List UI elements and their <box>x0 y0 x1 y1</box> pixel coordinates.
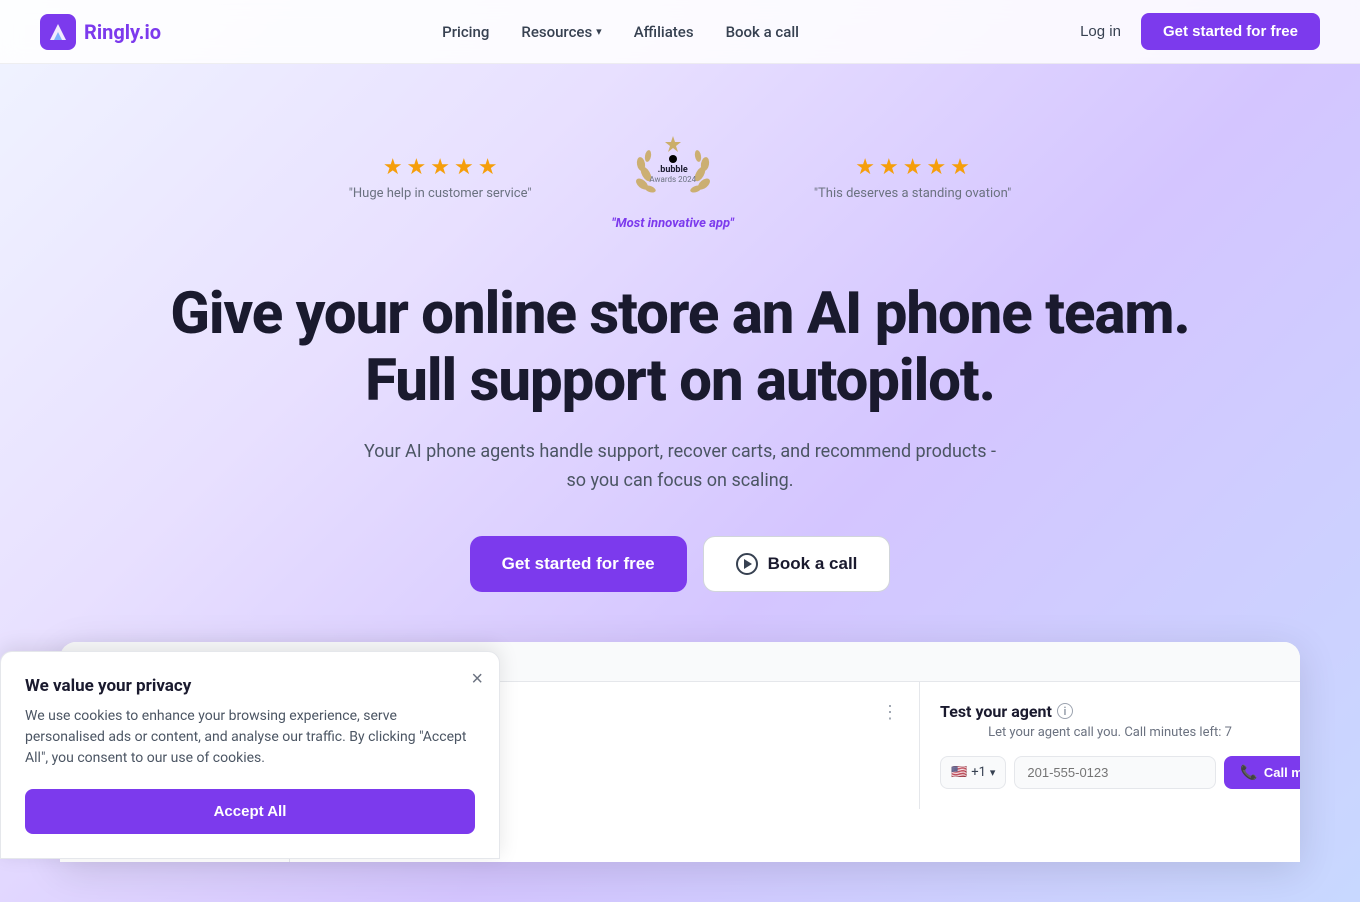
star-r4: ★ <box>926 155 946 180</box>
bubble-dot <box>669 155 677 163</box>
country-prefix: +1 <box>971 765 986 780</box>
badge-center: .bubble Awards 2024 "Most innovative app… <box>612 124 734 231</box>
demo-menu-dots[interactable]: ⋮ <box>881 702 899 723</box>
phone-input[interactable] <box>1014 756 1216 789</box>
star-3: ★ <box>430 155 450 180</box>
bubble-year: Awards 2024 <box>649 175 696 184</box>
badge-right: ★ ★ ★ ★ ★ "This deserves a standing ovat… <box>814 155 1011 201</box>
book-a-call-button[interactable]: Book a call <box>703 536 891 592</box>
nav-links: Pricing Resources ▾ Affiliates Book a ca… <box>442 23 799 41</box>
badge-left-text: "Huge help in customer service" <box>349 186 532 201</box>
get-started-button[interactable]: Get started for free <box>470 536 687 592</box>
star-r1: ★ <box>855 155 875 180</box>
hero-subtext: Your AI phone agents handle support, rec… <box>20 438 1340 496</box>
accept-all-button[interactable]: Accept All <box>25 789 475 834</box>
nav-affiliates[interactable]: Affiliates <box>634 23 694 41</box>
hero-headline: Give your online store an AI phone team.… <box>20 281 1340 414</box>
badge-left: ★ ★ ★ ★ ★ "Huge help in customer service… <box>349 155 532 201</box>
flag-icon: 🇺🇸 <box>951 765 967 780</box>
privacy-close-button[interactable]: × <box>471 668 483 691</box>
navigation: Ringly.io Pricing Resources ▾ Affiliates… <box>0 0 1360 64</box>
call-form: 🇺🇸 +1 ▾ 📞 Call me <box>940 756 1280 789</box>
star-r5: ★ <box>950 155 970 180</box>
badge-right-text: "This deserves a standing ovation" <box>814 186 1011 201</box>
flag-chevron: ▾ <box>990 766 996 779</box>
play-triangle <box>744 559 752 569</box>
get-started-nav-button[interactable]: Get started for free <box>1141 13 1320 50</box>
login-button[interactable]: Log in <box>1080 23 1121 40</box>
star-1: ★ <box>383 155 403 180</box>
bubble-brand: .bubble <box>649 165 696 175</box>
logo-icon <box>40 14 76 50</box>
logo-text: Ringly.io <box>84 20 161 44</box>
nav-resources[interactable]: Resources ▾ <box>521 23 601 41</box>
call-me-button[interactable]: 📞 Call me <box>1224 756 1300 789</box>
phone-call-icon: 📞 <box>1240 764 1257 781</box>
stars-right: ★ ★ ★ ★ ★ <box>855 155 970 180</box>
play-icon <box>736 553 758 575</box>
cta-row: Get started for free Book a call <box>20 536 1340 592</box>
bubble-tagline: "Most innovative app" <box>612 216 734 231</box>
chevron-down-icon: ▾ <box>596 25 602 38</box>
test-agent-subtitle: Let your agent call you. Call minutes le… <box>940 725 1280 740</box>
privacy-title: We value your privacy <box>25 676 475 696</box>
star-2: ★ <box>407 155 427 180</box>
star-4: ★ <box>454 155 474 180</box>
bubble-inner: .bubble Awards 2024 <box>649 155 696 184</box>
star-r3: ★ <box>903 155 923 180</box>
star-r2: ★ <box>879 155 899 180</box>
stars-left: ★ ★ ★ ★ ★ <box>383 155 498 180</box>
privacy-banner: × We value your privacy We use cookies t… <box>0 651 500 859</box>
info-icon: i <box>1057 703 1073 719</box>
logo[interactable]: Ringly.io <box>40 14 161 50</box>
flag-select[interactable]: 🇺🇸 +1 ▾ <box>940 756 1006 789</box>
nav-pricing[interactable]: Pricing <box>442 23 489 41</box>
nav-book-a-call[interactable]: Book a call <box>726 23 799 41</box>
wreath-container: .bubble Awards 2024 <box>628 124 718 214</box>
test-agent-title: Test your agent i <box>940 702 1280 721</box>
star-5: ★ <box>478 155 498 180</box>
demo-right-panel: Test your agent i Let your agent call yo… <box>920 682 1300 809</box>
nav-right: Log in Get started for free <box>1080 13 1320 50</box>
badges-row: ★ ★ ★ ★ ★ "Huge help in customer service… <box>20 124 1340 231</box>
privacy-body: We use cookies to enhance your browsing … <box>25 706 475 769</box>
